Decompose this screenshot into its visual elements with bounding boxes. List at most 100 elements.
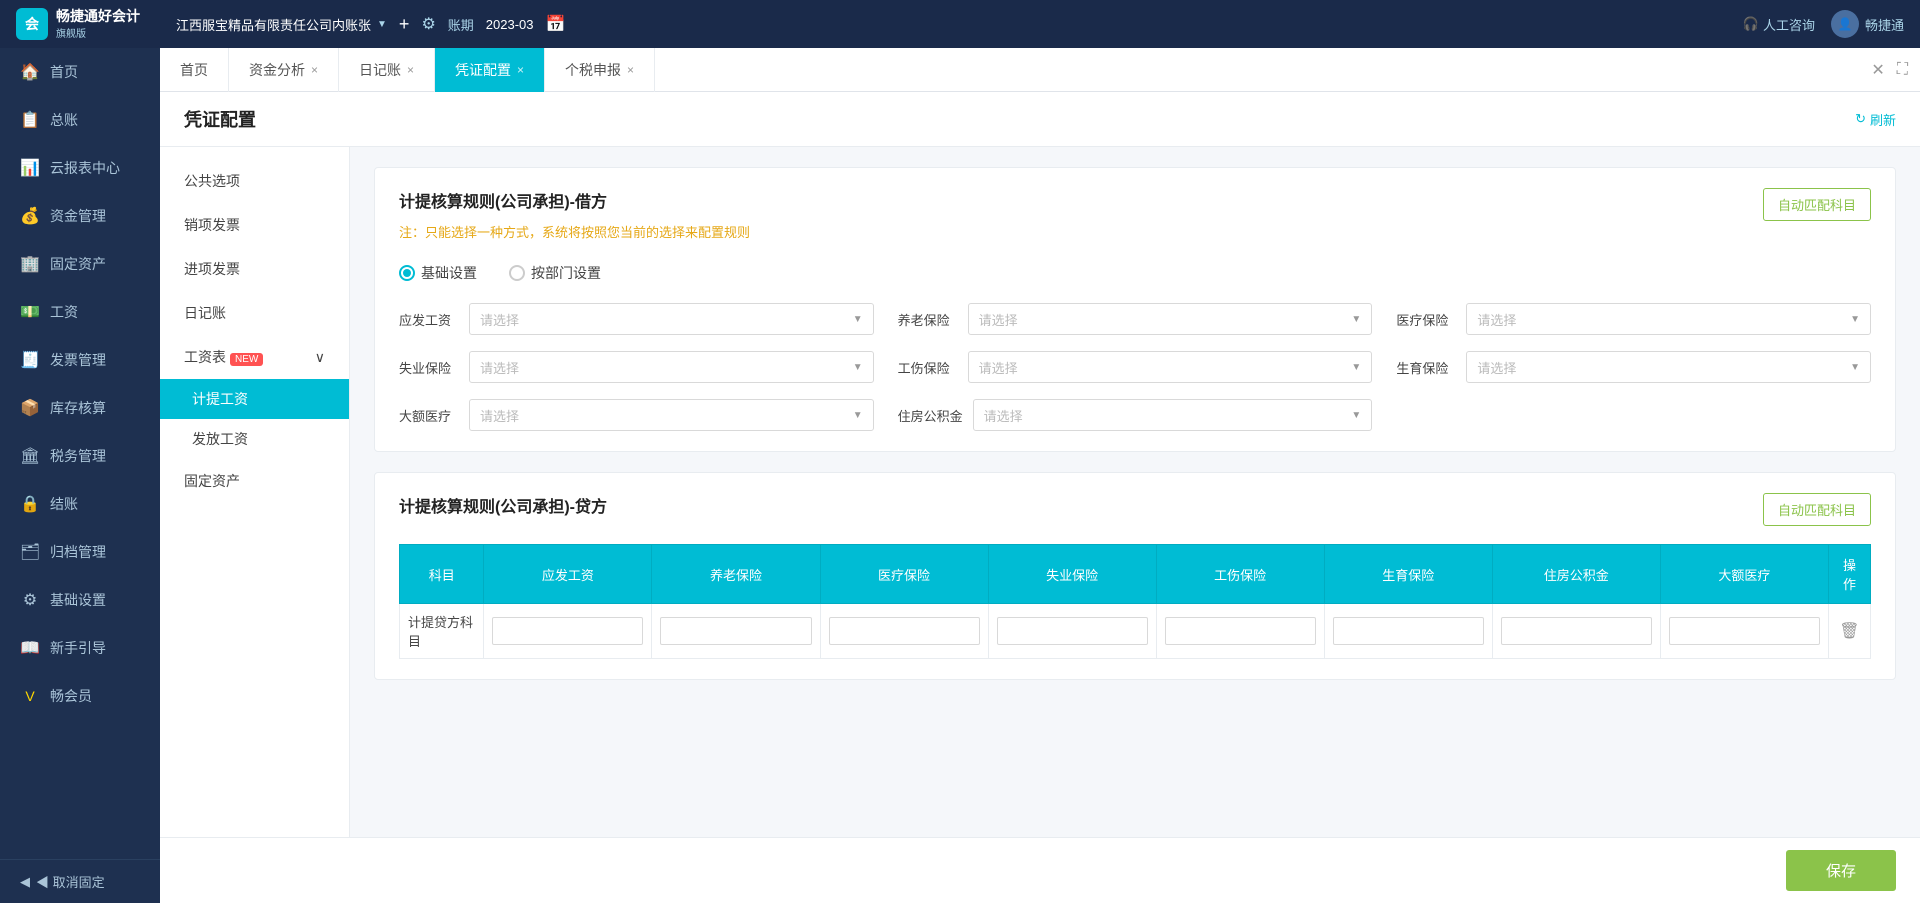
refresh-button[interactable]: ↻ 刷新: [1855, 110, 1896, 129]
add-account-btn[interactable]: +: [399, 14, 410, 35]
period-value: 2023-03: [486, 17, 534, 32]
split-layout: 公共选项 销项发票 进项发票 日记账 工资表NEW ∨ 计提工资 发放工资 固定…: [160, 147, 1920, 837]
input-work-injury[interactable]: [1165, 617, 1316, 645]
nav-item-public[interactable]: 公共选项: [160, 159, 349, 203]
period-label: 账期: [448, 15, 474, 34]
sidebar-item-invoice[interactable]: 🧾 发票管理: [0, 336, 160, 384]
close-tab-btn[interactable]: ✕: [1871, 60, 1884, 80]
debit-auto-match-button[interactable]: 自动匹配科目: [1763, 188, 1871, 221]
sidebar-item-salary[interactable]: 💵 工资: [0, 288, 160, 336]
top-center: 江西服宝精品有限责任公司内账张 ▼ + ⚙ 账期 2023-03 📅: [176, 14, 1743, 35]
nav-item-fixed-asset[interactable]: 固定资产: [160, 459, 349, 503]
sidebar-item-vip[interactable]: V 畅会员: [0, 672, 160, 720]
select-work-injury[interactable]: 请选择 ▼: [968, 351, 1373, 383]
input-medical[interactable]: [829, 617, 980, 645]
form-item-large-medical: 大额医疗 请选择 ▼: [399, 399, 874, 431]
input-pension[interactable]: [660, 617, 811, 645]
sidebar-item-archive[interactable]: 🗂 归档管理: [0, 528, 160, 576]
sidebar-item-reports[interactable]: 📊 云报表中心: [0, 144, 160, 192]
headphone-icon: 🎧: [1743, 16, 1759, 32]
settings-sidebar-icon: ⚙: [20, 590, 40, 610]
nav-item-journal[interactable]: 日记账: [160, 291, 349, 335]
cancel-pin-button[interactable]: ◀ ◀ 取消固定: [0, 859, 160, 903]
select-pension[interactable]: 请选择 ▼: [968, 303, 1373, 335]
tab-tax[interactable]: 个税申报 ×: [545, 48, 655, 92]
refresh-label: 刷新: [1870, 110, 1896, 129]
form-item-unemployment: 失业保险 请选择 ▼: [399, 351, 874, 383]
radio-basic[interactable]: 基础设置: [399, 263, 477, 283]
cell-work-injury: [1156, 604, 1324, 659]
tab-funds-close[interactable]: ×: [311, 63, 318, 77]
top-bar: 会 畅捷通好会计 旗舰版 江西服宝精品有限责任公司内账张 ▼ + ⚙ 账期 20…: [0, 0, 1920, 48]
settings-icon[interactable]: ⚙: [421, 14, 435, 34]
expand-tab-btn[interactable]: ⛶: [1897, 61, 1908, 79]
select-pension-placeholder: 请选择: [979, 310, 1018, 329]
radio-basic-dot: [403, 269, 411, 277]
tab-tax-close[interactable]: ×: [627, 63, 634, 77]
chevron-down-icon-5: ▼: [1351, 362, 1361, 373]
sidebar-item-ledger[interactable]: 📋 总账: [0, 96, 160, 144]
cell-salary: [484, 604, 652, 659]
nav-item-sales[interactable]: 销项发票: [160, 203, 349, 247]
tab-voucher[interactable]: 凭证配置 ×: [435, 48, 545, 92]
nav-item-salary-table[interactable]: 工资表NEW ∨: [160, 335, 349, 379]
cancel-pin-label: ◀ 取消固定: [36, 872, 105, 891]
chevron-down-icon: ▼: [853, 314, 863, 325]
credit-section-title: 计提核算规则(公司承担)-贷方: [399, 493, 607, 517]
select-housing[interactable]: 请选择 ▼: [973, 399, 1373, 431]
col-salary: 应发工资: [484, 545, 652, 604]
nav-item-purchase[interactable]: 进项发票: [160, 247, 349, 291]
app-logo-icon: 会: [16, 8, 48, 40]
funds-icon: 💰: [20, 206, 40, 226]
select-medical[interactable]: 请选择 ▼: [1466, 303, 1871, 335]
sidebar-item-home[interactable]: 🏠 首页: [0, 48, 160, 96]
cell-action: 🗑: [1828, 604, 1870, 659]
nav-item-calc-salary[interactable]: 计提工资: [160, 379, 349, 419]
cell-pension: [652, 604, 820, 659]
radio-dept[interactable]: 按部门设置: [509, 263, 601, 283]
tab-tax-label: 个税申报: [565, 60, 621, 80]
delete-row-button[interactable]: 🗑: [1839, 623, 1859, 640]
input-unemployment[interactable]: [997, 617, 1148, 645]
sidebar-item-inventory[interactable]: 📦 库存核算: [0, 384, 160, 432]
sidebar-label-guide: 新手引导: [50, 638, 106, 658]
sidebar-label-tax: 税务管理: [50, 446, 106, 466]
select-unemployment[interactable]: 请选择 ▼: [469, 351, 874, 383]
tab-voucher-close[interactable]: ×: [517, 63, 524, 77]
salary-icon: 💵: [20, 302, 40, 322]
calendar-icon[interactable]: 📅: [546, 14, 566, 34]
sidebar-item-tax[interactable]: 🏛 税务管理: [0, 432, 160, 480]
tab-journal-close[interactable]: ×: [407, 63, 414, 77]
tab-funds[interactable]: 资金分析 ×: [229, 48, 339, 92]
page-header: 凭证配置 ↻ 刷新: [160, 92, 1920, 147]
select-salary[interactable]: 请选择 ▼: [469, 303, 874, 335]
user-area[interactable]: 👤 畅捷通: [1831, 10, 1904, 38]
input-salary[interactable]: [492, 617, 643, 645]
expand-icon: ∨: [315, 349, 325, 366]
sidebar-item-settings[interactable]: ⚙ 基础设置: [0, 576, 160, 624]
table-row: 计提贷方科目 🗑: [400, 604, 1871, 659]
cell-large-medical: [1660, 604, 1828, 659]
sidebar-item-funds[interactable]: 💰 资金管理: [0, 192, 160, 240]
input-large-medical[interactable]: [1669, 617, 1820, 645]
company-selector[interactable]: 江西服宝精品有限责任公司内账张 ▼: [176, 15, 387, 34]
company-arrow-icon: ▼: [377, 19, 387, 30]
tab-bar: 首页 资金分析 × 日记账 × 凭证配置 × 个税申报 × ✕ ⛶: [160, 48, 1920, 92]
tab-home[interactable]: 首页: [160, 48, 229, 92]
debit-section-header-row: 计提核算规则(公司承担)-借方 注：只能选择一种方式，系统将按照您当前的选择来配…: [399, 188, 1871, 257]
radio-dept-label: 按部门设置: [531, 263, 601, 283]
support-button[interactable]: 🎧 人工咨询: [1743, 15, 1815, 34]
sidebar-label-salary: 工资: [50, 302, 78, 322]
sidebar-label-assets: 固定资产: [50, 254, 106, 274]
nav-item-pay-salary[interactable]: 发放工资: [160, 419, 349, 459]
tab-journal[interactable]: 日记账 ×: [339, 48, 435, 92]
save-button[interactable]: 保存: [1786, 850, 1896, 891]
input-birth[interactable]: [1333, 617, 1484, 645]
sidebar-item-closing[interactable]: 🔒 结账: [0, 480, 160, 528]
sidebar-item-assets[interactable]: 🏢 固定资产: [0, 240, 160, 288]
select-birth[interactable]: 请选择 ▼: [1466, 351, 1871, 383]
credit-auto-match-button[interactable]: 自动匹配科目: [1763, 493, 1871, 526]
sidebar-item-guide[interactable]: 📖 新手引导: [0, 624, 160, 672]
input-housing[interactable]: [1501, 617, 1652, 645]
select-large-medical[interactable]: 请选择 ▼: [469, 399, 874, 431]
